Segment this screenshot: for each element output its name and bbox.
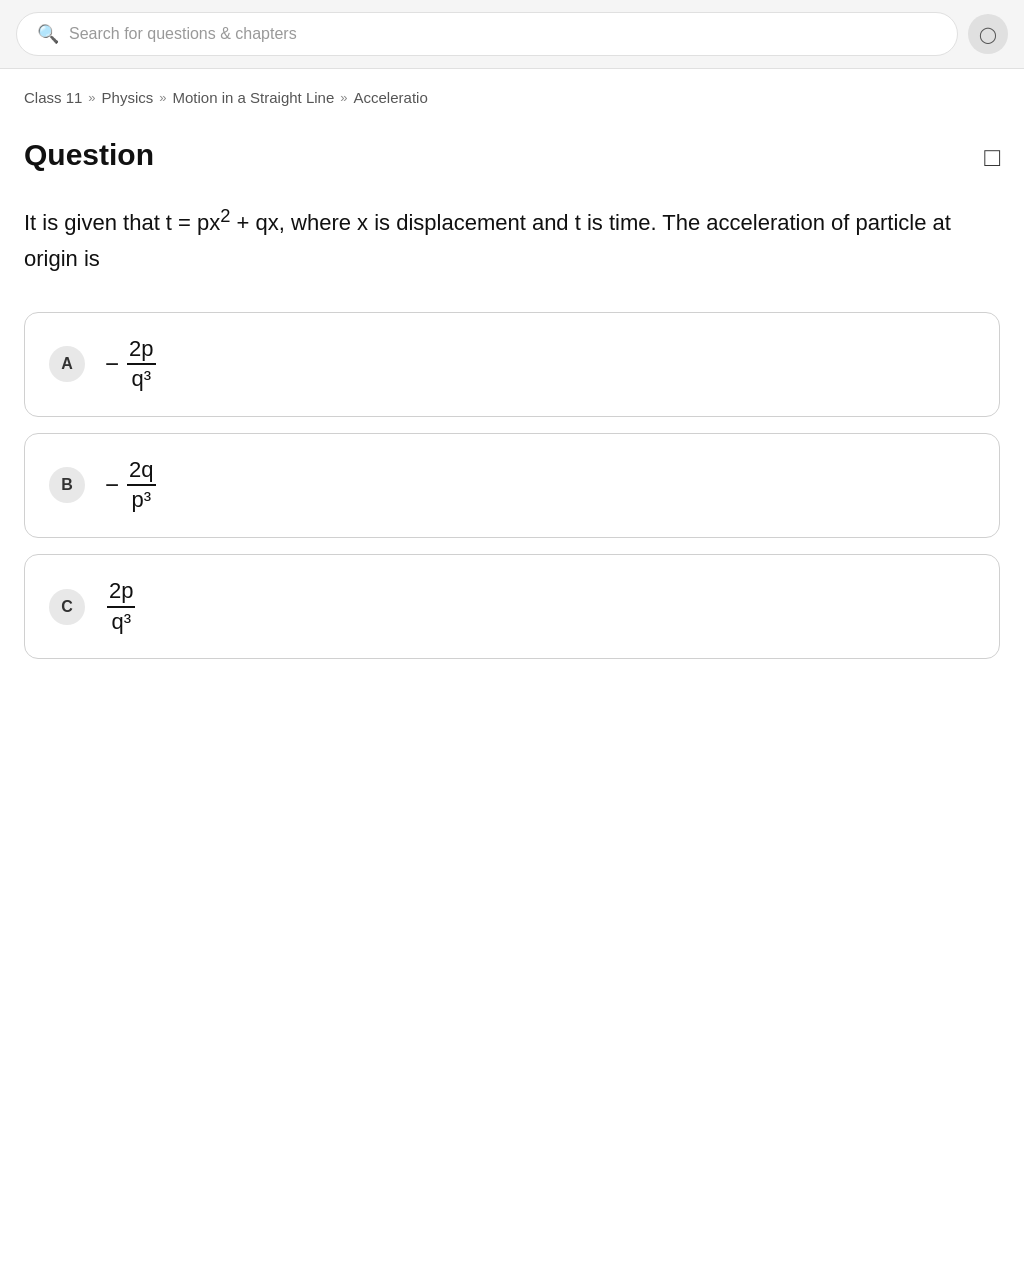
breadcrumb-sep-2: » bbox=[159, 90, 166, 105]
option-c-denominator: q³ bbox=[109, 608, 133, 637]
breadcrumb-sep-3: » bbox=[340, 90, 347, 105]
option-a-content: − 2p q³ bbox=[105, 335, 158, 394]
option-c-fraction: 2p q³ bbox=[107, 577, 135, 636]
option-c-numerator: 2p bbox=[107, 577, 135, 608]
profile-icon: ◯ bbox=[979, 25, 997, 44]
option-a-numerator: 2p bbox=[127, 335, 155, 366]
search-bar-area: 🔍 Search for questions & chapters ◯ bbox=[0, 0, 1024, 69]
option-b-numerator: 2q bbox=[127, 456, 155, 487]
breadcrumb-class11[interactable]: Class 11 bbox=[24, 89, 82, 106]
option-c-label: C bbox=[49, 589, 85, 625]
option-b-content: − 2q p³ bbox=[105, 456, 158, 515]
option-b-denominator: p³ bbox=[129, 486, 153, 515]
breadcrumb-sep-1: » bbox=[88, 90, 95, 105]
search-bar[interactable]: 🔍 Search for questions & chapters bbox=[16, 12, 958, 56]
option-a-denominator: q³ bbox=[129, 365, 153, 394]
question-header: Question □ bbox=[24, 138, 1000, 173]
option-b-label: B bbox=[49, 467, 85, 503]
option-a-label: A bbox=[49, 346, 85, 382]
option-b-card[interactable]: B − 2q p³ bbox=[24, 433, 1000, 538]
option-c-content: 2p q³ bbox=[105, 577, 137, 636]
option-a-card[interactable]: A − 2p q³ bbox=[24, 312, 1000, 417]
option-a-fraction: 2p q³ bbox=[127, 335, 155, 394]
bookmark-icon[interactable]: □ bbox=[984, 142, 1000, 173]
question-text: It is given that t = px2 + qx, where x i… bbox=[24, 201, 1000, 276]
breadcrumb: Class 11 » Physics » Motion in a Straigh… bbox=[0, 69, 1024, 118]
question-title: Question bbox=[24, 138, 154, 172]
breadcrumb-topic[interactable]: Acceleratio bbox=[354, 89, 428, 106]
profile-button[interactable]: ◯ bbox=[968, 14, 1008, 54]
option-c-card[interactable]: C 2p q³ bbox=[24, 554, 1000, 659]
breadcrumb-chapter[interactable]: Motion in a Straight Line bbox=[173, 89, 335, 106]
option-a-minus: − bbox=[105, 350, 119, 378]
option-b-minus: − bbox=[105, 471, 119, 499]
breadcrumb-physics[interactable]: Physics bbox=[102, 89, 154, 106]
search-icon: 🔍 bbox=[37, 23, 59, 45]
options-list: A − 2p q³ B − 2q p³ bbox=[24, 312, 1000, 660]
main-content: Question □ It is given that t = px2 + qx… bbox=[0, 118, 1024, 679]
option-b-fraction: 2q p³ bbox=[127, 456, 155, 515]
question-text-part1: It is given that t = px2 + qx, where x i… bbox=[24, 210, 951, 270]
search-placeholder-text: Search for questions & chapters bbox=[69, 25, 297, 43]
